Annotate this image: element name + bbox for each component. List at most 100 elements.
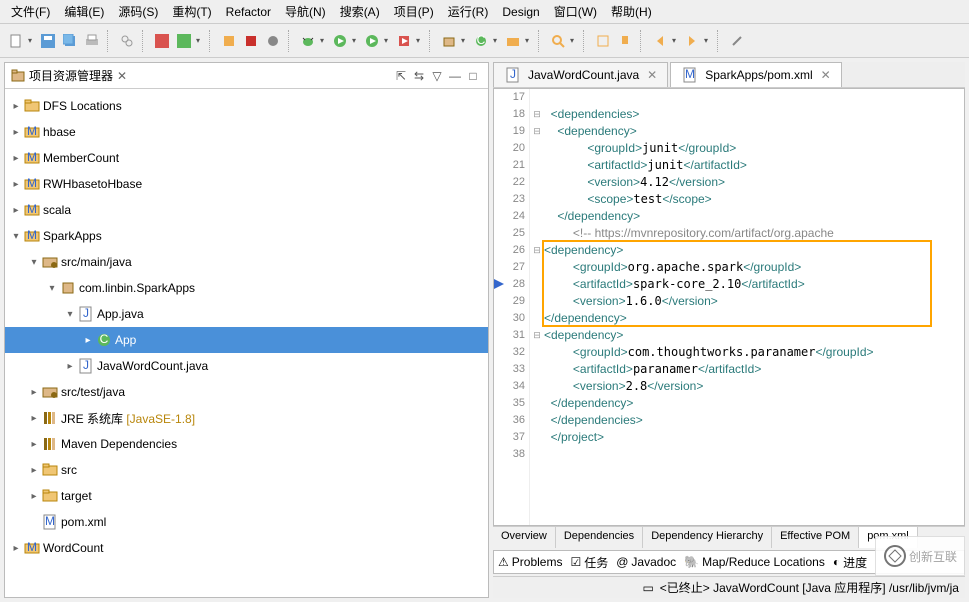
save-all-icon[interactable] xyxy=(60,31,80,51)
tree-item-hbase[interactable]: ▸Mhbase xyxy=(5,119,488,145)
menu-run[interactable]: 运行(R) xyxy=(441,0,496,23)
code-line-17[interactable] xyxy=(544,89,964,106)
console-icon[interactable]: ▭ xyxy=(642,581,653,595)
code-line-29[interactable]: <version>1.6.0</version> xyxy=(544,293,964,310)
code-line-20[interactable]: <groupId>junit</groupId> xyxy=(544,140,964,157)
tree-item-app[interactable]: ▸CApp xyxy=(5,327,488,353)
link-icon[interactable] xyxy=(117,31,137,51)
pom-tab-overview[interactable]: Overview xyxy=(493,527,556,548)
expand-arrow-icon[interactable]: ▸ xyxy=(9,127,23,138)
code-line-38[interactable] xyxy=(544,446,964,463)
expand-arrow-icon[interactable]: ▸ xyxy=(81,335,95,346)
code-line-32[interactable]: <groupId>com.thoughtworks.paranamer</gro… xyxy=(544,344,964,361)
debug-icon[interactable] xyxy=(298,31,318,51)
collapse-all-icon[interactable]: ⇱ xyxy=(392,69,410,83)
expand-arrow-icon[interactable]: ▾ xyxy=(9,231,23,242)
view-tab-problems[interactable]: ⚠ Problems xyxy=(498,555,562,569)
expand-arrow-icon[interactable]: ▸ xyxy=(27,439,41,450)
code-line-22[interactable]: <version>4.12</version> xyxy=(544,174,964,191)
expand-arrow-icon[interactable]: ▾ xyxy=(45,283,59,294)
project-tree[interactable]: ▸DFS Locations▸Mhbase▸MMemberCount▸MRWHb… xyxy=(5,89,488,597)
skip-icon[interactable] xyxy=(263,31,283,51)
tree-item-rwhbasetohbase[interactable]: ▸MRWHbasetoHbase xyxy=(5,171,488,197)
menu-refactor-cn[interactable]: 重构(T) xyxy=(165,0,218,23)
tree-item-membercount[interactable]: ▸MMemberCount xyxy=(5,145,488,171)
code-line-37[interactable]: </project> xyxy=(544,429,964,446)
link-editor-icon[interactable]: ⇆ xyxy=(410,69,428,83)
save-icon[interactable] xyxy=(38,31,58,51)
fold-column[interactable]: ⊟⊟⊟⊟ xyxy=(530,89,544,525)
pom-tab-dependency-hierarchy[interactable]: Dependency Hierarchy xyxy=(643,527,772,548)
close-tab-icon[interactable]: ✕ xyxy=(821,68,831,82)
menu-source[interactable]: 源码(S) xyxy=(111,0,165,23)
menu-refactor[interactable]: Refactor xyxy=(219,2,278,22)
run-last-icon[interactable] xyxy=(362,31,382,51)
code-line-35[interactable]: </dependency> xyxy=(544,395,964,412)
expand-arrow-icon[interactable]: ▾ xyxy=(27,257,41,268)
menu-search[interactable]: 搜索(A) xyxy=(333,0,387,23)
tree-item-target[interactable]: ▸target xyxy=(5,483,488,509)
new-class-icon[interactable]: C xyxy=(471,31,491,51)
close-icon[interactable]: ✕ xyxy=(117,69,127,83)
stop-icon[interactable] xyxy=(241,31,261,51)
forward-icon[interactable] xyxy=(682,31,702,51)
pom-tab-effective-pom[interactable]: Effective POM xyxy=(772,527,859,548)
code-line-26[interactable]: <dependency> xyxy=(544,242,964,259)
tree-item-src[interactable]: ▸src xyxy=(5,457,488,483)
editor-tab-sparkapps-pom-xml[interactable]: MSparkApps/pom.xml✕ xyxy=(670,62,841,87)
code-line-19[interactable]: <dependency> xyxy=(544,123,964,140)
tree-item-scala[interactable]: ▸Mscala xyxy=(5,197,488,223)
code-line-27[interactable]: <groupId>org.apache.spark</groupId> xyxy=(544,259,964,276)
back-icon[interactable] xyxy=(650,31,670,51)
tree-item-sparkapps[interactable]: ▾MSparkApps xyxy=(5,223,488,249)
view-tab-javadoc[interactable]: @ Javadoc xyxy=(616,555,676,569)
tree-item-javawordcount-java[interactable]: ▸JJavaWordCount.java xyxy=(5,353,488,379)
expand-arrow-icon[interactable]: ▸ xyxy=(27,387,41,398)
debug-config-icon[interactable] xyxy=(152,31,172,51)
new-icon[interactable] xyxy=(6,31,26,51)
code-line-24[interactable]: </dependency> xyxy=(544,208,964,225)
run-icon[interactable] xyxy=(330,31,350,51)
tree-item-jre-----[interactable]: ▸JRE 系统库 [JavaSE-1.8] xyxy=(5,405,488,431)
expand-arrow-icon[interactable]: ▸ xyxy=(9,101,23,112)
view-menu-icon[interactable]: ▽ xyxy=(428,69,446,83)
expand-arrow-icon[interactable]: ▸ xyxy=(9,543,23,554)
new-pkg-icon[interactable] xyxy=(439,31,459,51)
code-editor[interactable]: 1718192021222324252627282930313233343536… xyxy=(493,88,965,526)
view-tab-[interactable]: ◐ 进度 xyxy=(833,554,867,571)
close-tab-icon[interactable]: ✕ xyxy=(647,68,657,82)
expand-arrow-icon[interactable]: ▸ xyxy=(27,491,41,502)
tree-item-pom-xml[interactable]: Mpom.xml xyxy=(5,509,488,535)
expand-arrow-icon[interactable]: ▾ xyxy=(63,309,77,320)
menu-navigate[interactable]: 导航(N) xyxy=(278,0,333,23)
code-line-33[interactable]: <artifactId>paranamer</artifactId> xyxy=(544,361,964,378)
code-line-31[interactable]: <dependency> xyxy=(544,327,964,344)
tree-item-maven-dependencies[interactable]: ▸Maven Dependencies xyxy=(5,431,488,457)
minimize-icon[interactable]: — xyxy=(446,69,464,83)
code-line-30[interactable]: </dependency> xyxy=(544,310,964,327)
expand-arrow-icon[interactable]: ▸ xyxy=(27,465,41,476)
menu-design[interactable]: Design xyxy=(495,2,546,22)
maximize-icon[interactable]: □ xyxy=(464,69,482,83)
search-icon[interactable] xyxy=(548,31,568,51)
ext-tools-icon[interactable] xyxy=(394,31,414,51)
tree-item-src-test-java[interactable]: ▸src/test/java xyxy=(5,379,488,405)
code-line-23[interactable]: <scope>test</scope> xyxy=(544,191,964,208)
menu-file[interactable]: 文件(F) xyxy=(4,0,57,23)
view-tab-mapreducelocations[interactable]: 🐘 Map/Reduce Locations xyxy=(684,555,825,569)
expand-arrow-icon[interactable]: ▸ xyxy=(63,361,77,372)
expand-arrow-icon[interactable]: ▸ xyxy=(9,205,23,216)
new-folder-icon[interactable] xyxy=(503,31,523,51)
expand-arrow-icon[interactable]: ▸ xyxy=(9,179,23,190)
code-line-25[interactable]: <!-- https://mvnrepository.com/artifact/… xyxy=(544,225,964,242)
pom-tab-dependencies[interactable]: Dependencies xyxy=(556,527,643,548)
code-line-18[interactable]: <dependencies> xyxy=(544,106,964,123)
code-content[interactable]: <dependencies> <dependency> <groupId>jun… xyxy=(544,89,964,525)
tree-item-dfs-locations[interactable]: ▸DFS Locations xyxy=(5,93,488,119)
view-tab-[interactable]: ☑ 任务 xyxy=(570,554,608,571)
tree-item-wordcount[interactable]: ▸MWordCount xyxy=(5,535,488,561)
code-line-28[interactable]: <artifactId>spark-core_2.10</artifactId> xyxy=(544,276,964,293)
code-line-36[interactable]: </dependencies> xyxy=(544,412,964,429)
print-icon[interactable] xyxy=(82,31,102,51)
code-line-34[interactable]: <version>2.8</version> xyxy=(544,378,964,395)
